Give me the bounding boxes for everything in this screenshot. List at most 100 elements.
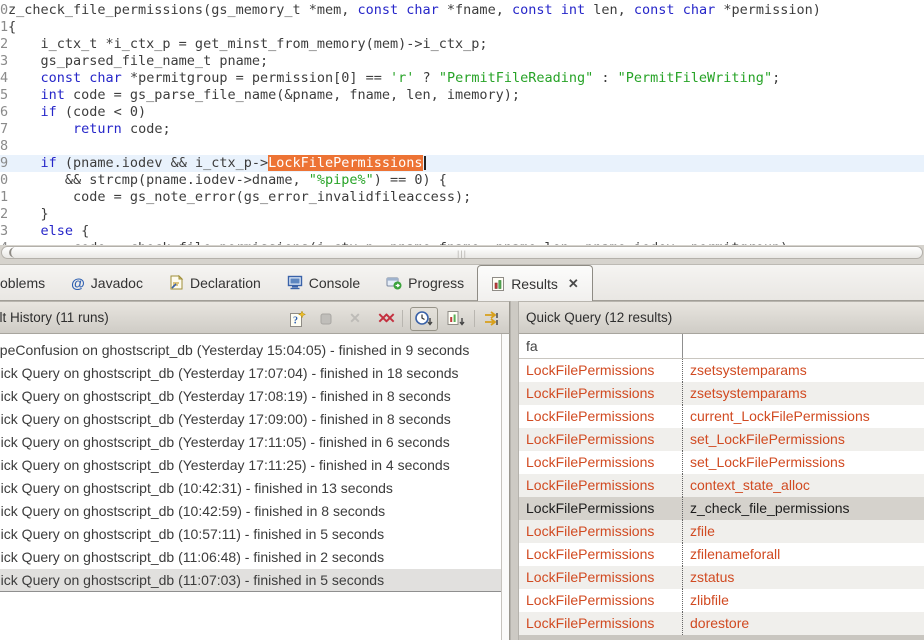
result-cell: zsetsystemparams: [690, 362, 807, 378]
result-cell: LockFilePermissions: [519, 520, 683, 543]
scrollbar-thumb[interactable]: ❨ |||: [1, 246, 923, 259]
quick-query-panel-header: Quick Query (12 results): [519, 301, 924, 334]
new-query-icon[interactable]: ?: [286, 308, 308, 330]
history-toolbar: ? ✕ ✕✕: [286, 302, 504, 333]
editor-horizontal-scrollbar[interactable]: ❨ |||: [0, 245, 924, 261]
history-row[interactable]: Quick Query on ghostscript_db (Yesterday…: [0, 408, 509, 431]
history-row[interactable]: Quick Query on ghostscript_db (11:07:03)…: [0, 569, 509, 592]
quick-query-title: Quick Query (12 results): [526, 310, 673, 325]
filter-input[interactable]: [519, 334, 683, 358]
tab-problems-label: Problems: [0, 274, 46, 291]
result-row[interactable]: LockFilePermissions current_LockFilePermi…: [519, 405, 924, 428]
line-number: 1: [0, 189, 9, 205]
code-token: char: [89, 70, 122, 86]
code-line[interactable]: 0 && strcmp(pname.iodev->dname, "%pipe%"…: [0, 172, 924, 189]
result-row[interactable]: LockFilePermissions set_LockFilePermissio…: [519, 428, 924, 451]
code-line[interactable]: 4 const char *permitgroup = permission[0…: [0, 70, 924, 87]
report-view-toggle-icon[interactable]: [445, 308, 467, 330]
tab-progress[interactable]: Progress: [373, 265, 477, 300]
line-number: 2: [0, 206, 9, 222]
history-row[interactable]: Quick Query on ghostscript_db (10:42:59)…: [0, 500, 509, 523]
code-token: ;: [772, 70, 781, 86]
code-token: "PermitFileReading": [438, 70, 594, 86]
code-line[interactable]: 6 if (code < 0): [0, 104, 924, 121]
code-token: (code < 0): [56, 104, 147, 120]
history-view-toggle-icon[interactable]: [410, 306, 438, 331]
bottom-view-tabstrip: Problems @ Javadoc Declaration Console: [0, 264, 924, 301]
result-row[interactable]: LockFilePermissions set_LockFilePermissio…: [519, 451, 924, 474]
code-token: int: [40, 87, 65, 103]
result-row[interactable]: LockFilePermissions zsetsystemparams: [519, 382, 924, 405]
code-token: const: [633, 2, 675, 18]
history-row[interactable]: Quick Query on ghostscript_db (Yesterday…: [0, 431, 509, 454]
result-row[interactable]: LockFilePermissions zstatus: [519, 566, 924, 589]
history-scrollbar[interactable]: [501, 334, 509, 640]
result-row[interactable]: LockFilePermissions zfilenameforall: [519, 543, 924, 566]
code-line[interactable]: 1{: [0, 19, 924, 36]
history-row[interactable]: Quick Query on ghostscript_db (10:42:31)…: [0, 477, 509, 500]
code-line[interactable]: 9 if (pname.iodev && i_ctx_p->LockFilePe…: [0, 155, 924, 172]
result-row[interactable]: LockFilePermissions dorestore: [519, 612, 924, 635]
code-line[interactable]: 0z_check_file_permissions(gs_memory_t *m…: [0, 2, 924, 19]
result-row[interactable]: LockFilePermissions z_check_file_permissi…: [519, 497, 924, 520]
result-cell: zlibfile: [690, 592, 729, 608]
delete-icon[interactable]: ✕: [344, 308, 366, 330]
code-line[interactable]: 8: [0, 138, 924, 155]
tab-problems[interactable]: Problems: [0, 265, 58, 300]
code-editor[interactable]: 0z_check_file_permissions(gs_memory_t *m…: [0, 0, 924, 245]
code-token: && strcmp(pname.iodev->dname,: [8, 172, 309, 188]
code-line[interactable]: 5 int code = gs_parse_file_name(&pname, …: [0, 87, 924, 104]
result-row[interactable]: LockFilePermissions zsetsystemparams: [519, 359, 924, 382]
filter-cell-empty[interactable]: [683, 334, 924, 358]
history-row[interactable]: Quick Query on ghostscript_db (10:57:11)…: [0, 523, 509, 546]
table-bottom-strip: [519, 635, 924, 640]
history-row-label: Quick Query on ghostscript_db (Yesterday…: [0, 388, 451, 404]
line-number: 1: [0, 19, 9, 35]
filter-advance-icon[interactable]: [482, 308, 504, 330]
history-row[interactable]: Quick Query on ghostscript_db (Yesterday…: [0, 385, 509, 408]
result-row[interactable]: LockFilePermissions zlibfile: [519, 589, 924, 612]
delete-all-icon[interactable]: ✕✕: [373, 308, 395, 330]
line-number: 5: [0, 87, 9, 103]
result-cell: set_LockFilePermissions: [690, 454, 845, 470]
panel-splitter[interactable]: [510, 301, 519, 640]
code-token: ?: [414, 70, 439, 86]
close-icon[interactable]: ✕: [568, 276, 579, 292]
result-cell: LockFilePermissions: [519, 497, 683, 520]
code-token: gs_parsed_file_name_t pname;: [8, 53, 269, 69]
result-cell: LockFilePermissions: [519, 566, 683, 589]
code-token: }: [8, 206, 49, 222]
code-token: "%pipe%": [308, 172, 374, 188]
result-cell: zsetsystemparams: [690, 385, 807, 401]
result-cell: LockFilePermissions: [519, 405, 683, 428]
code-token: :: [593, 70, 618, 86]
tab-javadoc[interactable]: @ Javadoc: [58, 265, 156, 300]
history-row[interactable]: Quick Query on ghostscript_db (Yesterday…: [0, 454, 509, 477]
result-cell: z_check_file_permissions: [690, 500, 850, 516]
code-line[interactable]: 7 return code;: [0, 121, 924, 138]
code-token: code;: [121, 121, 171, 137]
code-token: int: [560, 2, 586, 18]
tab-results[interactable]: Results ✕: [477, 265, 593, 301]
scroll-left-icon[interactable]: ❨: [7, 246, 16, 259]
tab-console[interactable]: Console: [274, 265, 373, 300]
history-row[interactable]: Quick Query on ghostscript_db (11:06:48)…: [0, 546, 509, 569]
history-row[interactable]: Quick Query on ghostscript_db (Yesterday…: [0, 362, 509, 385]
history-row-label: Quick Query on ghostscript_db (10:42:59)…: [0, 503, 386, 519]
result-row[interactable]: LockFilePermissions context_state_alloc: [519, 474, 924, 497]
history-row[interactable]: TypeConfusion on ghostscript_db (Yesterd…: [0, 339, 509, 362]
tab-declaration[interactable]: Declaration: [156, 265, 274, 300]
code-line[interactable]: 1 code = gs_note_error(gs_error_invalidf…: [0, 189, 924, 206]
history-row-label: Quick Query on ghostscript_db (Yesterday…: [0, 411, 451, 427]
result-row[interactable]: LockFilePermissions zfile: [519, 520, 924, 543]
code-line[interactable]: 3 gs_parsed_file_name_t pname;: [0, 53, 924, 70]
stop-icon[interactable]: [315, 308, 337, 330]
code-line[interactable]: 2 }: [0, 206, 924, 223]
code-line[interactable]: 3 else {: [0, 223, 924, 240]
code-line[interactable]: 2 i_ctx_t *i_ctx_p = get_minst_from_memo…: [0, 36, 924, 53]
code-token: i_ctx_t *i_ctx_p = get_minst_from_memory…: [8, 36, 488, 52]
code-token: *permitgroup = permission[0] ==: [121, 70, 391, 86]
code-token: code = gs_parse_file_name(&pname, fname,…: [64, 87, 521, 103]
